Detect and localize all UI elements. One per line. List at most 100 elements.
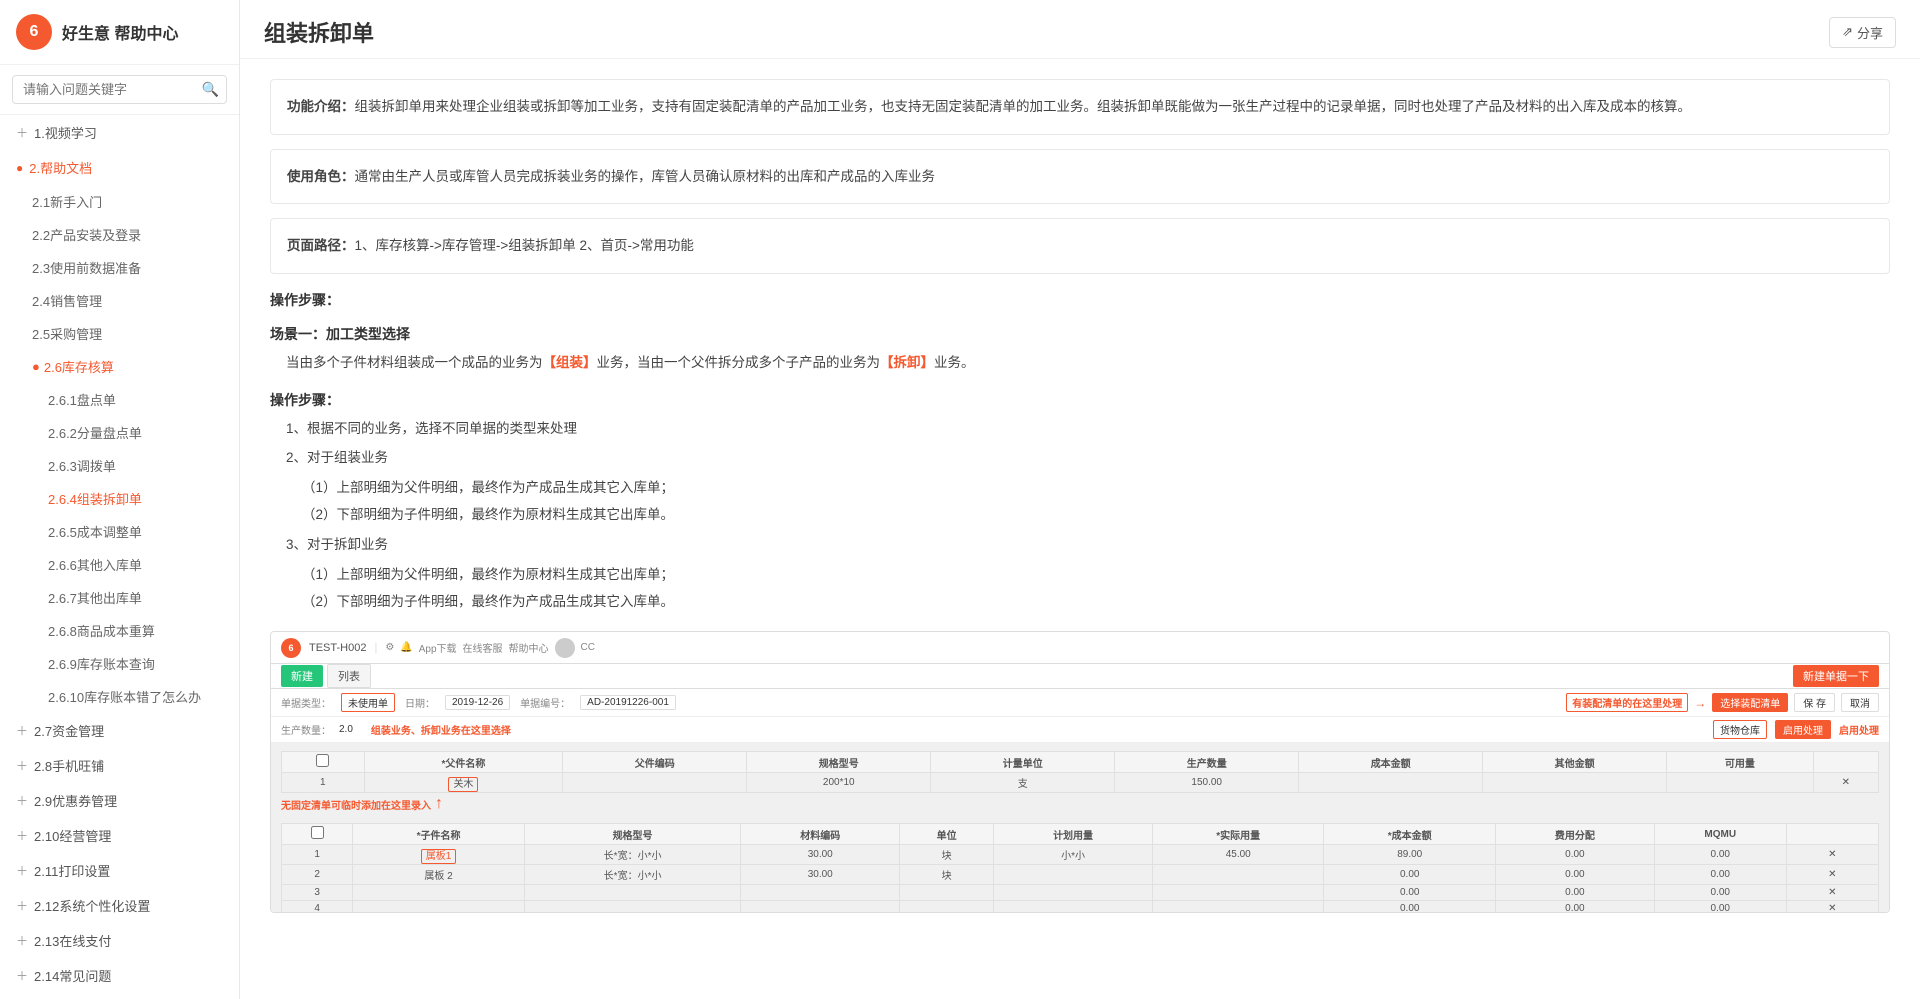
mock-upper-table-body: 1 关木 200*10 支 150.00 — [282, 773, 1879, 793]
mock-child-name-1: 属板1 — [421, 849, 457, 864]
logo-icon: 6 — [16, 14, 52, 50]
callout1-text: 有装配清单的在这里处理 — [1566, 693, 1688, 712]
sidebar-item-263[interactable]: 2.6.3调拨单 — [0, 449, 239, 482]
sidebar-item-25[interactable]: 2.5采购管理 — [0, 317, 239, 350]
mock-th-cost: 成本金额 — [1299, 752, 1483, 773]
sidebar-item-215[interactable]: ＋ 2.15操作案例 — [0, 993, 239, 999]
mock-warehouse-input: 货物仓库 — [1713, 720, 1767, 739]
mock-lth-mqmu: MQMU — [1654, 824, 1786, 845]
mock-save-btn[interactable]: 保 存 — [1794, 693, 1835, 712]
sidebar-item-268[interactable]: 2.6.8商品成本重算 — [0, 614, 239, 647]
mock-lth-child: *子件名称 — [353, 824, 525, 845]
sidebar-item-264[interactable]: 2.6.4组装拆卸单 — [0, 482, 239, 515]
mock-topbar: 6 TEST-H002 | ⚙ 🔔 App下载 在线客服 帮助中心 CC — [271, 632, 1889, 664]
ops-section: 操作步骤： 场景一：加工类型选择 当由多个子件材料组装成一个成品的业务为【组装】… — [270, 290, 1890, 615]
mock-form-row: 单据类型： 未使用单 日期： 2019-12-26 单据编号： AD-20191… — [271, 689, 1889, 717]
plus-icon-211: ＋ — [16, 862, 28, 879]
main-header: 组装拆卸单 ⇗ 分享 — [240, 0, 1920, 59]
mock-lower-table-head: *子件名称 规格型号 材料编码 单位 计划用量 *实际用量 *成本金额 费用分配 — [282, 824, 1879, 845]
mock-cancel-btn[interactable]: 取消 — [1841, 693, 1879, 712]
sidebar-item-265[interactable]: 2.6.5成本调整单 — [0, 515, 239, 548]
main-content: 组装拆卸单 ⇗ 分享 功能介绍：组装拆卸单用来处理企业组装或拆卸等加工业务，支持… — [240, 0, 1920, 999]
plus-icon-27: ＋ — [16, 722, 28, 739]
sidebar-item-266[interactable]: 2.6.6其他入库单 — [0, 548, 239, 581]
mock-select-bom-btn[interactable]: 选择装配清单 — [1712, 693, 1788, 712]
sidebar-item-212[interactable]: ＋ 2.12系统个性化设置 — [0, 888, 239, 923]
sidebar-item-24-label: 2.4销售管理 — [32, 291, 102, 310]
path-text: 页面路径：1、库存核算->库存管理->组装拆卸单 2、首页->常用功能 — [287, 238, 694, 253]
mock-th-parent-code: 父件编码 — [563, 752, 747, 773]
mock-type-select[interactable]: 未使用单 — [341, 693, 395, 712]
mock-docnum-value: AD-20191226-001 — [580, 695, 676, 710]
mock-tabs-row: 新建 列表 新建单据一下 — [271, 664, 1889, 689]
sidebar-item-26[interactable]: ● 2.6库存核算 — [0, 350, 239, 383]
sidebar-item-269[interactable]: 2.6.9库存账本查询 — [0, 647, 239, 680]
sidebar-item-23-label: 2.3使用前数据准备 — [32, 258, 141, 277]
step3: 3、对于拆卸业务 — [286, 532, 1890, 558]
mock-tab-list[interactable]: 列表 — [327, 664, 371, 688]
step2-sub2: （2）下部明细为子件明细，最终作为原材料生成其它出库单。 — [302, 502, 1890, 528]
mock-docnum-label: 单据编号： — [520, 695, 570, 710]
mock-avatar — [555, 638, 575, 658]
mock-topbar-sep: | — [374, 642, 377, 654]
mock-lth-cost: *成本金额 — [1324, 824, 1496, 845]
mock-lth-spec: 规格型号 — [524, 824, 741, 845]
mock-btn-new-doc[interactable]: 新建单据一下 — [1793, 665, 1879, 687]
callout5-text: 无固定清单可临时添加在这里录入 — [281, 797, 431, 812]
sidebar-item-211[interactable]: ＋ 2.11打印设置 — [0, 853, 239, 888]
sidebar-item-210[interactable]: ＋ 2.10经营管理 — [0, 818, 239, 853]
minus-icon: ● — [16, 161, 23, 175]
step3-sub2: （2）下部明细为子件明细，最终作为产成品生成其它入库单。 — [302, 589, 1890, 615]
sidebar-item-29[interactable]: ＋ 2.9优惠券管理 — [0, 783, 239, 818]
table-row: 1 关木 200*10 支 150.00 — [282, 773, 1879, 793]
sidebar-item-28[interactable]: ＋ 2.8手机旺铺 — [0, 748, 239, 783]
sidebar-item-210-label: 2.10经营管理 — [34, 826, 111, 845]
sidebar-item-264-label: 2.6.4组装拆卸单 — [48, 489, 142, 508]
plus-icon-29: ＋ — [16, 792, 28, 809]
mock-window: 6 TEST-H002 | ⚙ 🔔 App下载 在线客服 帮助中心 CC — [271, 632, 1889, 912]
sidebar-item-214[interactable]: ＋ 2.14常见问题 — [0, 958, 239, 993]
page-title: 组装拆卸单 — [264, 16, 374, 48]
sidebar-item-261[interactable]: 2.6.1盘点单 — [0, 383, 239, 416]
mock-row-delete[interactable]: ✕ — [1842, 777, 1850, 788]
mock-date-value: 2019-12-26 — [445, 695, 510, 710]
mock-date-label: 日期： — [405, 695, 435, 710]
sidebar-item-213[interactable]: ＋ 2.13在线支付 — [0, 923, 239, 958]
sidebar-item-docs[interactable]: ● 2.帮助文档 — [0, 150, 239, 185]
sidebar-item-27-label: 2.7资金管理 — [34, 721, 104, 740]
sidebar-item-26-label: 2.6库存核算 — [44, 357, 114, 376]
sidebar-item-video[interactable]: ＋ 1.视频学习 — [0, 115, 239, 150]
sidebar-item-262[interactable]: 2.6.2分量盘点单 — [0, 416, 239, 449]
search-button[interactable]: 🔍 — [202, 81, 219, 98]
search-input[interactable] — [12, 75, 227, 104]
sidebar-item-268-label: 2.6.8商品成本重算 — [48, 621, 155, 640]
share-button[interactable]: ⇗ 分享 — [1829, 17, 1896, 48]
sidebar-item-2610[interactable]: 2.6.10库存账本错了怎么办 — [0, 680, 239, 713]
sidebar-item-23[interactable]: 2.3使用前数据准备 — [0, 251, 239, 284]
mock-upper-table-head: *父件名称 父件编码 规格型号 计量单位 生产数量 成本金额 其他金额 可用量 — [282, 752, 1879, 773]
sidebar-item-22[interactable]: 2.2产品安装及登录 — [0, 218, 239, 251]
sidebar: 6 好生意 帮助中心 🔍 ＋ 1.视频学习 ● 2.帮助文档 2.1新手入门 2… — [0, 0, 240, 999]
sidebar-item-213-label: 2.13在线支付 — [34, 931, 111, 950]
mock-lth-actual: *实际用量 — [1152, 824, 1324, 845]
sidebar-item-docs-label: 2.帮助文档 — [29, 158, 92, 177]
mock-tab-new[interactable]: 新建 — [281, 665, 323, 687]
sidebar-item-265-label: 2.6.5成本调整单 — [48, 522, 142, 541]
mock-enable-btn[interactable]: 启用处理 — [1775, 720, 1831, 739]
sidebar-item-video-label: 1.视频学习 — [34, 123, 97, 142]
sidebar-item-266-label: 2.6.6其他入库单 — [48, 555, 142, 574]
mock-lth-unit: 单位 — [900, 824, 994, 845]
sidebar-item-24[interactable]: 2.4销售管理 — [0, 284, 239, 317]
mock-th-avail: 可用量 — [1667, 752, 1813, 773]
screenshot-container: 6 TEST-H002 | ⚙ 🔔 App下载 在线客服 帮助中心 CC — [270, 631, 1890, 913]
plus-icon-212: ＋ — [16, 897, 28, 914]
mock-th-spec: 规格型号 — [747, 752, 931, 773]
share-label: 分享 — [1857, 23, 1883, 42]
sidebar-item-27[interactable]: ＋ 2.7资金管理 — [0, 713, 239, 748]
mock-lth-plan: 计划用量 — [994, 824, 1153, 845]
sidebar-item-267[interactable]: 2.6.7其他出库单 — [0, 581, 239, 614]
mock-lower-table: *子件名称 规格型号 材料编码 单位 计划用量 *实际用量 *成本金额 费用分配 — [281, 823, 1879, 912]
sidebar-item-21[interactable]: 2.1新手入门 — [0, 185, 239, 218]
mock-th-checkbox — [282, 752, 365, 773]
brand-name: 好生意 帮助中心 — [62, 20, 178, 44]
